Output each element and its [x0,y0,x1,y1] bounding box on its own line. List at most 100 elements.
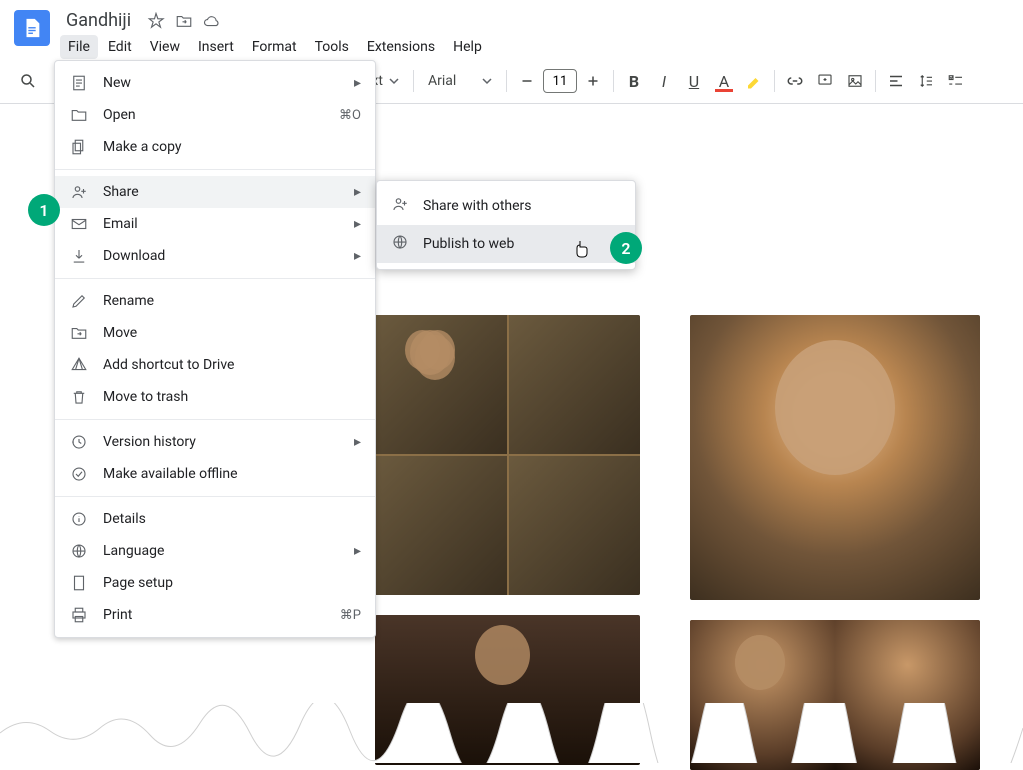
add-comment-icon[interactable] [811,67,839,95]
separator [613,70,614,92]
menu-extensions[interactable]: Extensions [359,35,443,59]
embedded-image[interactable] [690,315,980,600]
annotation-badge-2: 2 [610,232,642,264]
copy-icon [69,137,89,157]
info-icon [69,509,89,529]
label: Version history [103,434,196,450]
annotation-badge-1: 1 [28,194,60,226]
underline-icon[interactable]: U [680,67,708,95]
move-folder-icon[interactable] [175,12,193,30]
folder-icon [69,105,89,125]
label: Make a copy [103,139,182,155]
menu-rename[interactable]: Rename [55,285,375,317]
document-icon [69,73,89,93]
label: Page setup [103,575,173,591]
file-menu-dropdown: New ▸ Open ⌘O Make a copy Share ▸ Email … [54,60,376,638]
menu-print[interactable]: Print ⌘P [55,599,375,631]
separator [875,70,876,92]
label: New [103,75,131,91]
label: Language [103,543,164,559]
menu-new[interactable]: New ▸ [55,67,375,99]
page-icon [69,573,89,593]
drive-shortcut-icon [69,355,89,375]
menu-move[interactable]: Move [55,317,375,349]
search-icon[interactable] [14,67,42,95]
docs-logo[interactable] [14,10,50,46]
text-color-icon[interactable]: A [710,67,738,95]
highlight-icon[interactable] [740,67,768,95]
menu-details[interactable]: Details [55,503,375,535]
font-dropdown[interactable]: Arial [420,69,500,93]
label: Email [103,216,138,232]
chevron-right-icon: ▸ [354,434,361,450]
menu-version-history[interactable]: Version history ▸ [55,426,375,458]
menu-language[interactable]: Language ▸ [55,535,375,567]
menubar: File Edit View Insert Format Tools Exten… [60,35,490,59]
menu-make-copy[interactable]: Make a copy [55,131,375,163]
align-icon[interactable] [882,67,910,95]
label: Share [103,184,139,200]
submenu-share-others[interactable]: Share with others [377,187,635,225]
document-title[interactable]: Gandhiji [60,8,137,33]
embedded-image[interactable] [375,315,640,595]
label: Make available offline [103,466,238,482]
menu-move-trash[interactable]: Move to trash [55,381,375,413]
increase-font-icon[interactable] [579,67,607,95]
menu-open[interactable]: Open ⌘O [55,99,375,131]
separator [55,169,375,170]
label: Open [103,107,136,123]
line-spacing-icon[interactable] [912,67,940,95]
font-name: Arial [428,73,456,89]
menu-make-offline[interactable]: Make available offline [55,458,375,490]
menu-tools[interactable]: Tools [307,35,357,59]
chevron-right-icon: ▸ [354,543,361,559]
app-header: Gandhiji File Edit View Insert Format To… [0,0,1023,59]
label: Print [103,607,132,623]
globe-icon [69,541,89,561]
share-submenu: Share with others Publish to web [376,180,636,270]
download-icon [69,246,89,266]
chevron-right-icon: ▸ [354,216,361,232]
insert-image-icon[interactable] [841,67,869,95]
label: Add shortcut to Drive [103,357,234,373]
menu-download[interactable]: Download ▸ [55,240,375,272]
insert-link-icon[interactable] [781,67,809,95]
menu-page-setup[interactable]: Page setup [55,567,375,599]
bold-icon[interactable]: B [620,67,648,95]
label: Details [103,511,146,527]
label: Share with others [423,198,532,214]
title-area: Gandhiji File Edit View Insert Format To… [60,8,490,59]
label: Rename [103,293,154,309]
history-icon [69,432,89,452]
separator [55,278,375,279]
menu-format[interactable]: Format [244,35,305,59]
globe-icon [391,233,409,255]
menu-view[interactable]: View [142,35,188,59]
menu-help[interactable]: Help [445,35,490,59]
print-icon [69,605,89,625]
title-row: Gandhiji [60,8,490,33]
cloud-icon[interactable] [203,12,221,30]
checklist-icon[interactable] [942,67,970,95]
move-icon [69,323,89,343]
decrease-font-icon[interactable] [513,67,541,95]
italic-icon[interactable]: I [650,67,678,95]
chevron-right-icon: ▸ [354,184,361,200]
star-icon[interactable] [147,12,165,30]
menu-email[interactable]: Email ▸ [55,208,375,240]
separator [774,70,775,92]
menu-share[interactable]: Share ▸ [55,176,375,208]
menu-insert[interactable]: Insert [190,35,242,59]
separator [413,70,414,92]
font-size-input[interactable]: 11 [543,69,577,93]
menu-edit[interactable]: Edit [100,35,140,59]
menu-add-shortcut[interactable]: Add shortcut to Drive [55,349,375,381]
label: Move to trash [103,389,188,405]
email-icon [69,214,89,234]
submenu-publish-web[interactable]: Publish to web [377,225,635,263]
person-add-icon [391,195,409,217]
label: Publish to web [423,236,514,252]
label: Download [103,248,165,264]
menu-file[interactable]: File [60,35,98,59]
separator [55,419,375,420]
